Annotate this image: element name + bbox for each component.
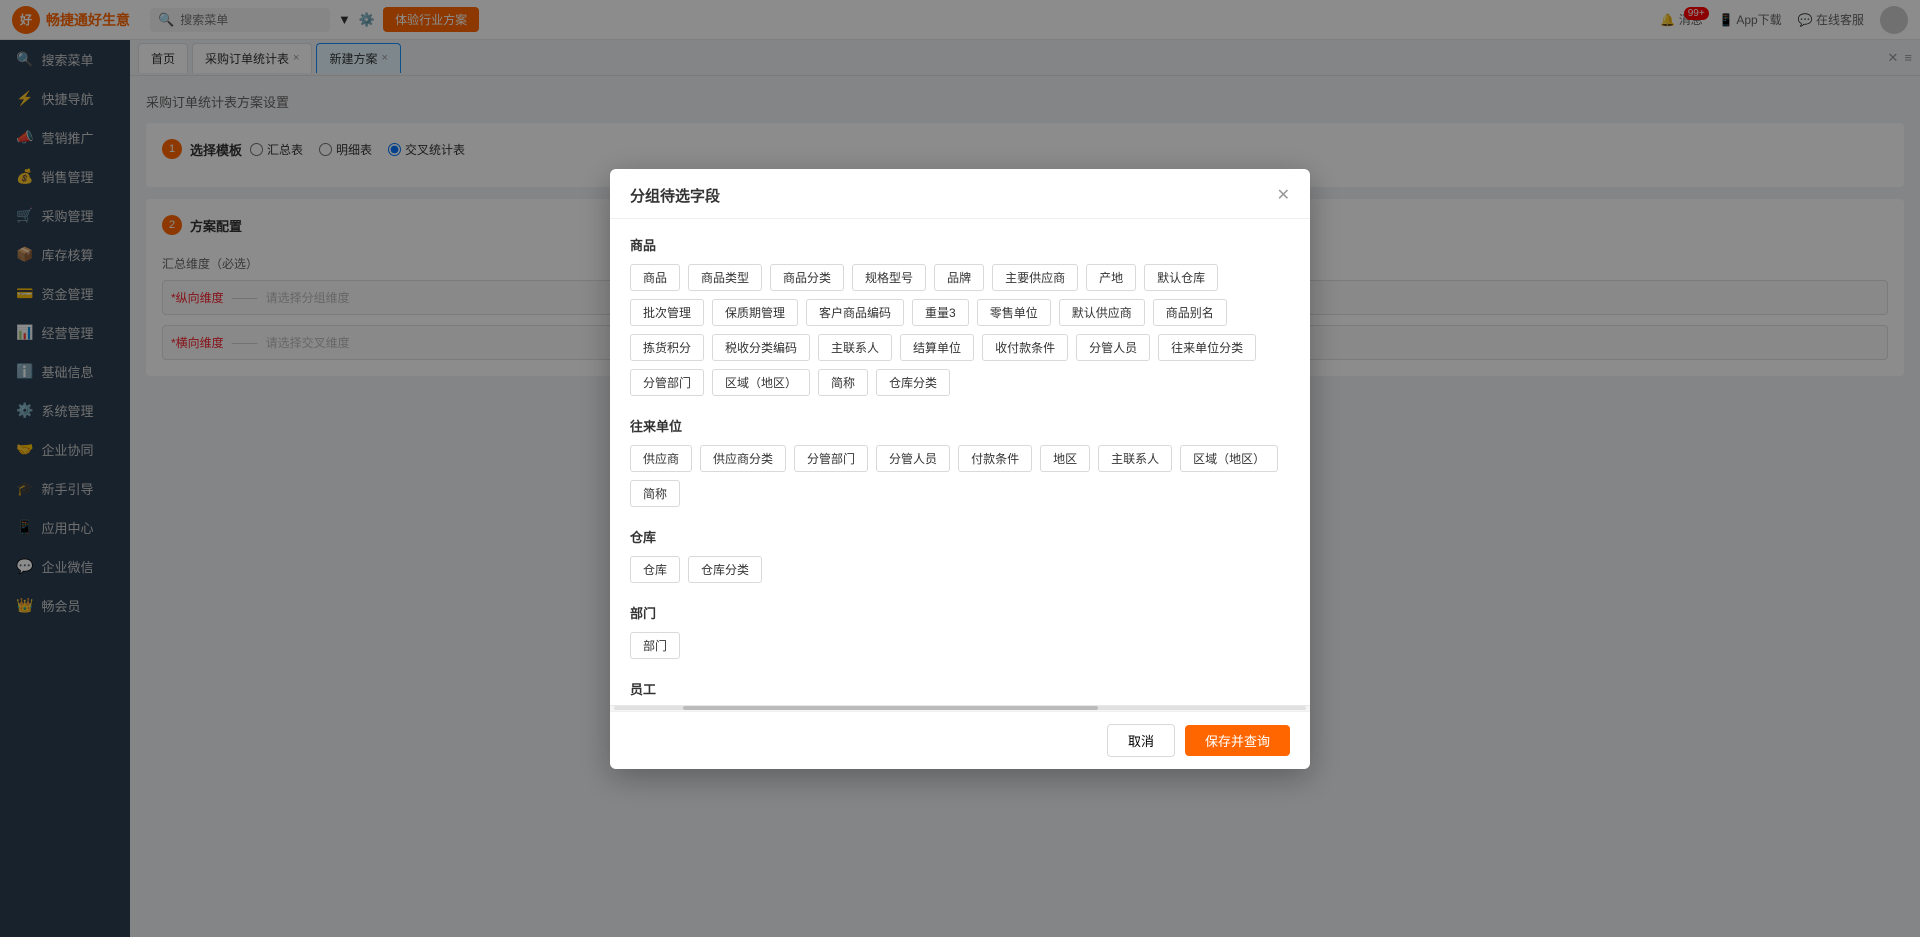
field-short-name-cp[interactable]: 简称 bbox=[630, 480, 680, 507]
field-supplier[interactable]: 供应商 bbox=[630, 445, 692, 472]
field-product-category[interactable]: 商品分类 bbox=[770, 264, 844, 291]
modal-confirm-button[interactable]: 保存并查询 bbox=[1185, 725, 1290, 756]
field-pick-points[interactable]: 拣货积分 bbox=[630, 334, 704, 361]
modal-overlay: 分组待选字段 ✕ 商品 商品 商品类型 商品分类 规格型号 品牌 主要供应商 产… bbox=[0, 0, 1920, 937]
counterparty-fields: 供应商 供应商分类 分管部门 分管人员 付款条件 地区 主联系人 区域（地区） … bbox=[630, 445, 1290, 507]
section-employee-title: 员工 bbox=[630, 679, 1290, 698]
field-person-cp[interactable]: 分管人员 bbox=[876, 445, 950, 472]
section-product: 商品 商品 商品类型 商品分类 规格型号 品牌 主要供应商 产地 默认仓库 批次… bbox=[630, 235, 1290, 396]
field-default-supplier[interactable]: 默认供应商 bbox=[1059, 299, 1145, 326]
field-short-name-product[interactable]: 简称 bbox=[818, 369, 868, 396]
field-shelf-life[interactable]: 保质期管理 bbox=[712, 299, 798, 326]
field-spec-model[interactable]: 规格型号 bbox=[852, 264, 926, 291]
modal-body: 商品 商品 商品类型 商品分类 规格型号 品牌 主要供应商 产地 默认仓库 批次… bbox=[610, 219, 1310, 705]
field-select-modal: 分组待选字段 ✕ 商品 商品 商品类型 商品分类 规格型号 品牌 主要供应商 产… bbox=[610, 169, 1310, 769]
field-weight[interactable]: 重量3 bbox=[912, 299, 969, 326]
field-product[interactable]: 商品 bbox=[630, 264, 680, 291]
section-warehouse-title: 仓库 bbox=[630, 527, 1290, 546]
section-counterparty-title: 往来单位 bbox=[630, 416, 1290, 435]
field-customer-code[interactable]: 客户商品编码 bbox=[806, 299, 904, 326]
field-tax-code[interactable]: 税收分类编码 bbox=[712, 334, 810, 361]
field-dept-managed[interactable]: 分管部门 bbox=[630, 369, 704, 396]
field-supplier-category[interactable]: 供应商分类 bbox=[700, 445, 786, 472]
modal-title: 分组待选字段 bbox=[630, 185, 720, 206]
field-warehouse-category[interactable]: 仓库分类 bbox=[876, 369, 950, 396]
field-area-cp[interactable]: 地区 bbox=[1040, 445, 1090, 472]
modal-close-button[interactable]: ✕ bbox=[1277, 185, 1290, 205]
field-product-type[interactable]: 商品类型 bbox=[688, 264, 762, 291]
field-retail-unit[interactable]: 零售单位 bbox=[977, 299, 1051, 326]
horizontal-scrollbar-thumb[interactable] bbox=[683, 706, 1098, 710]
section-counterparty: 往来单位 供应商 供应商分类 分管部门 分管人员 付款条件 地区 主联系人 区域… bbox=[630, 416, 1290, 507]
dept-fields: 部门 bbox=[630, 632, 1290, 659]
section-dept-title: 部门 bbox=[630, 603, 1290, 622]
field-batch-mgmt[interactable]: 批次管理 bbox=[630, 299, 704, 326]
modal-header: 分组待选字段 ✕ bbox=[610, 169, 1310, 219]
field-main-contact-cp[interactable]: 主联系人 bbox=[1098, 445, 1172, 472]
field-supervisor[interactable]: 分管人员 bbox=[1076, 334, 1150, 361]
field-settlement-unit[interactable]: 结算单位 bbox=[900, 334, 974, 361]
section-dept: 部门 部门 bbox=[630, 603, 1290, 659]
field-payment-cond[interactable]: 付款条件 bbox=[958, 445, 1032, 472]
modal-scrollbar-area bbox=[610, 705, 1310, 711]
field-region-cp[interactable]: 区域（地区） bbox=[1180, 445, 1278, 472]
field-warehouse-cat[interactable]: 仓库分类 bbox=[688, 556, 762, 583]
field-main-contact[interactable]: 主联系人 bbox=[818, 334, 892, 361]
section-warehouse: 仓库 仓库 仓库分类 bbox=[630, 527, 1290, 583]
field-default-warehouse[interactable]: 默认仓库 bbox=[1144, 264, 1218, 291]
modal-cancel-button[interactable]: 取消 bbox=[1107, 724, 1175, 757]
field-warehouse[interactable]: 仓库 bbox=[630, 556, 680, 583]
field-related-category[interactable]: 往来单位分类 bbox=[1158, 334, 1256, 361]
field-main-supplier[interactable]: 主要供应商 bbox=[992, 264, 1078, 291]
modal-footer: 取消 保存并查询 bbox=[610, 711, 1310, 769]
warehouse-fields: 仓库 仓库分类 bbox=[630, 556, 1290, 583]
field-product-alias[interactable]: 商品别名 bbox=[1153, 299, 1227, 326]
field-brand[interactable]: 品牌 bbox=[934, 264, 984, 291]
section-product-title: 商品 bbox=[630, 235, 1290, 254]
field-dept-cp[interactable]: 分管部门 bbox=[794, 445, 868, 472]
section-employee: 员工 业务员 bbox=[630, 679, 1290, 705]
product-fields: 商品 商品类型 商品分类 规格型号 品牌 主要供应商 产地 默认仓库 批次管理 … bbox=[630, 264, 1290, 396]
field-origin[interactable]: 产地 bbox=[1086, 264, 1136, 291]
field-dept[interactable]: 部门 bbox=[630, 632, 680, 659]
field-region-product[interactable]: 区域（地区） bbox=[712, 369, 810, 396]
field-payment-terms[interactable]: 收付款条件 bbox=[982, 334, 1068, 361]
